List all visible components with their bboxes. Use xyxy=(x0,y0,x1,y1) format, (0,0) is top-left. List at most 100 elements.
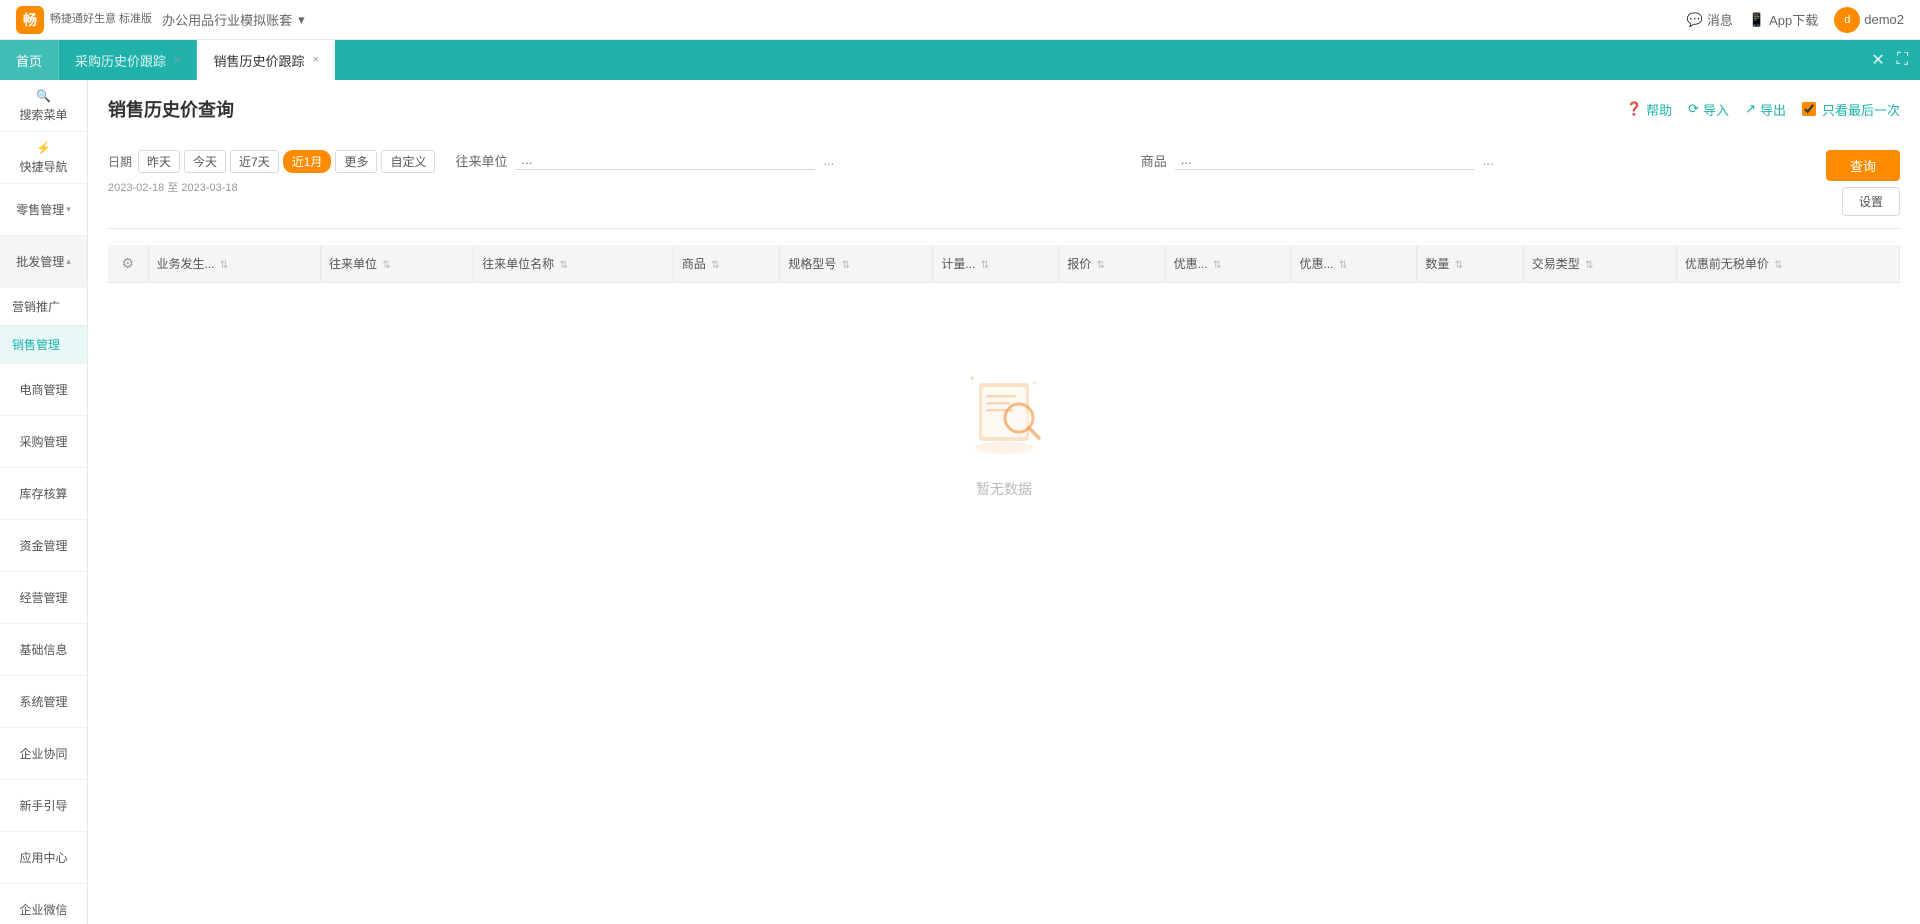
sidebar-item-label: 资金管理 xyxy=(19,537,67,554)
export-button[interactable]: ↗ 导出 xyxy=(1745,100,1786,119)
sort-arrows-partner-name: ⇅ xyxy=(559,260,567,271)
sidebar-item-operations[interactable]: 经营管理 xyxy=(0,572,87,624)
page-header: 销售历史价查询 ❓ 帮助 ⟳ 导入 ↗ 导出 xyxy=(108,96,1900,122)
col-quote[interactable]: 报价 ⇅ xyxy=(1059,245,1165,283)
sidebar-item-purchase-mgmt[interactable]: 采购管理 xyxy=(0,416,87,468)
top-header: 畅 畅捷通好生意 标准版 办公用品行业模拟账套 ▾ 💬 消息 📱 App下载 d… xyxy=(0,0,1920,40)
date-btn-today[interactable]: 今天 xyxy=(184,150,226,173)
col-settings[interactable]: ⚙ xyxy=(108,245,148,283)
tab-home[interactable]: 首页 xyxy=(0,40,59,80)
sidebar-item-label: 电商管理 xyxy=(19,381,67,398)
sort-arrows-discount2: ⇅ xyxy=(1339,260,1347,271)
sidebar-item-label: 批发管理 xyxy=(16,253,64,270)
col-biz-date-label: 业务发生... xyxy=(157,257,215,271)
sidebar-item-search-menu[interactable]: 🔍 搜索菜单 xyxy=(0,80,87,132)
sidebar-item-ecommerce[interactable]: 电商管理 xyxy=(0,364,87,416)
sidebar-item-label: 经营管理 xyxy=(19,589,67,606)
sort-arrows-qty: ⇅ xyxy=(1455,260,1463,271)
sidebar-item-basic-info[interactable]: 基础信息 xyxy=(0,624,87,676)
col-unit[interactable]: 计量... ⇅ xyxy=(933,245,1059,283)
col-partner-name[interactable]: 往来单位名称 ⇅ xyxy=(474,245,674,283)
date-filter-label: 日期 xyxy=(108,153,132,170)
sort-arrows-quote: ⇅ xyxy=(1097,260,1105,271)
sidebar-item-enterprise-collab[interactable]: 企业协同 xyxy=(0,728,87,780)
table-header: ⚙ 业务发生... ⇅ 往来单位 ⇅ 往来单位名称 xyxy=(108,245,1900,283)
sidebar-item-enterprise-wechat[interactable]: 企业微信 xyxy=(0,884,87,924)
col-quote-label: 报价 xyxy=(1067,257,1091,271)
help-button[interactable]: ❓ 帮助 xyxy=(1626,100,1672,119)
col-biz-date[interactable]: 业务发生... ⇅ xyxy=(148,245,321,283)
sort-arrows-unit: ⇅ xyxy=(981,260,989,271)
user-profile[interactable]: d demo2 xyxy=(1834,7,1904,33)
date-btn-more[interactable]: 更多 xyxy=(335,150,377,173)
svg-text:✦: ✦ xyxy=(969,374,976,383)
tab-sales-history-close[interactable]: × xyxy=(312,54,318,66)
tab-purchase-history[interactable]: 采购历史价跟踪 × xyxy=(59,40,197,80)
sidebar-item-system[interactable]: 系统管理 xyxy=(0,676,87,728)
date-btn-last1m[interactable]: 近1月 xyxy=(283,150,332,173)
help-label: 帮助 xyxy=(1646,100,1672,119)
sidebar-item-label: 采购管理 xyxy=(19,433,67,450)
tab-bar: 首页 采购历史价跟踪 × 销售历史价跟踪 × ✕ ⛶ xyxy=(0,40,1920,80)
sort-arrows-trade-type: ⇅ xyxy=(1585,260,1593,271)
sidebar-item-label: 企业协同 xyxy=(19,745,67,762)
sidebar-item-inventory[interactable]: 库存核算 xyxy=(0,468,87,520)
product-filter-group: 商品 ... xyxy=(1141,150,1806,170)
search-menu-icon: 🔍 xyxy=(36,89,51,103)
sidebar-item-label: 系统管理 xyxy=(19,693,67,710)
app-download-label: App下载 xyxy=(1769,10,1818,29)
col-partner-code-label: 往来单位 xyxy=(329,257,377,271)
supplier-input[interactable] xyxy=(515,150,815,170)
product-input[interactable] xyxy=(1175,150,1475,170)
col-discount1-label: 优惠... xyxy=(1174,257,1208,271)
sort-arrows-discount1: ⇅ xyxy=(1213,260,1221,271)
sidebar-item-finance[interactable]: 资金管理 xyxy=(0,520,87,572)
sidebar-item-wholesale-mgmt[interactable]: 批发管理 ▴ xyxy=(0,236,87,288)
date-btn-custom[interactable]: 自定义 xyxy=(381,150,435,173)
sidebar-item-label: 库存核算 xyxy=(19,485,67,502)
tab-close-all-button[interactable]: ✕ xyxy=(1871,50,1884,70)
col-partner-name-label: 往来单位名称 xyxy=(482,257,554,271)
col-trade-type[interactable]: 交易类型 ⇅ xyxy=(1523,245,1676,283)
sidebar-item-sales-mgmt[interactable]: 销售管理 xyxy=(0,326,87,364)
sidebar-item-new-guide[interactable]: 新手引导 xyxy=(0,780,87,832)
sidebar-item-retail-mgmt[interactable]: 零售管理 ▾ xyxy=(0,184,87,236)
col-product[interactable]: 商品 ⇅ xyxy=(673,245,779,283)
col-price-no-tax[interactable]: 优惠前无税单价 ⇅ xyxy=(1676,245,1899,283)
message-button[interactable]: 💬 消息 xyxy=(1687,10,1733,29)
tab-bar-actions: ✕ ⛶ xyxy=(1859,40,1920,80)
supplier-filter-group: 往来单位 ... xyxy=(455,150,1120,170)
avatar: d xyxy=(1834,7,1860,33)
product-filter-row: 商品 ... xyxy=(1141,150,1806,170)
tab-purchase-history-label: 采购历史价跟踪 xyxy=(75,51,166,70)
header-left: 畅 畅捷通好生意 标准版 办公用品行业模拟账套 ▾ xyxy=(16,6,305,34)
tab-purchase-history-close[interactable]: × xyxy=(174,54,180,66)
col-partner-code[interactable]: 往来单位 ⇅ xyxy=(321,245,474,283)
col-qty[interactable]: 数量 ⇅ xyxy=(1417,245,1523,283)
col-discount2[interactable]: 优惠... ⇅ xyxy=(1291,245,1417,283)
tab-home-label: 首页 xyxy=(16,51,42,70)
date-btn-last7[interactable]: 近7天 xyxy=(230,150,279,173)
sidebar-item-marketing[interactable]: 营销推广 xyxy=(0,288,87,326)
only-last-once-checkbox[interactable] xyxy=(1802,102,1816,116)
date-btn-yesterday[interactable]: 昨天 xyxy=(138,150,180,173)
col-spec[interactable]: 规格型号 ⇅ xyxy=(780,245,933,283)
sidebar-item-app-center[interactable]: 应用中心 xyxy=(0,832,87,884)
import-button[interactable]: ⟳ 导入 xyxy=(1688,100,1729,119)
table-header-row: ⚙ 业务发生... ⇅ 往来单位 ⇅ 往来单位名称 xyxy=(108,245,1900,283)
breadcrumb-dropdown-icon[interactable]: ▾ xyxy=(298,12,305,28)
logo-icon: 畅 xyxy=(16,6,44,34)
col-discount1[interactable]: 优惠... ⇅ xyxy=(1165,245,1291,283)
date-filter-row: 日期 昨天 今天 近7天 近1月 更多 自定义 xyxy=(108,150,435,173)
date-range-text: 2023-02-18 至 2023-03-18 xyxy=(108,179,435,195)
svg-text:✦: ✦ xyxy=(1032,380,1037,387)
app-download-button[interactable]: 📱 App下载 xyxy=(1749,10,1818,29)
settings-button[interactable]: 设置 xyxy=(1842,187,1900,216)
logo-area[interactable]: 畅 畅捷通好生意 标准版 xyxy=(16,6,152,34)
tab-maximize-button[interactable]: ⛶ xyxy=(1897,51,1908,69)
query-button[interactable]: 查询 xyxy=(1826,150,1900,181)
product-dots: ... xyxy=(1483,153,1494,168)
sidebar-item-quick-nav[interactable]: ⚡ 快捷导航 xyxy=(0,132,87,184)
main-layout: 🔍 搜索菜单 ⚡ 快捷导航 零售管理 ▾ 批发管理 ▴ 营销推广 销售管理 电商… xyxy=(0,80,1920,924)
tab-sales-history[interactable]: 销售历史价跟踪 × xyxy=(197,40,334,80)
